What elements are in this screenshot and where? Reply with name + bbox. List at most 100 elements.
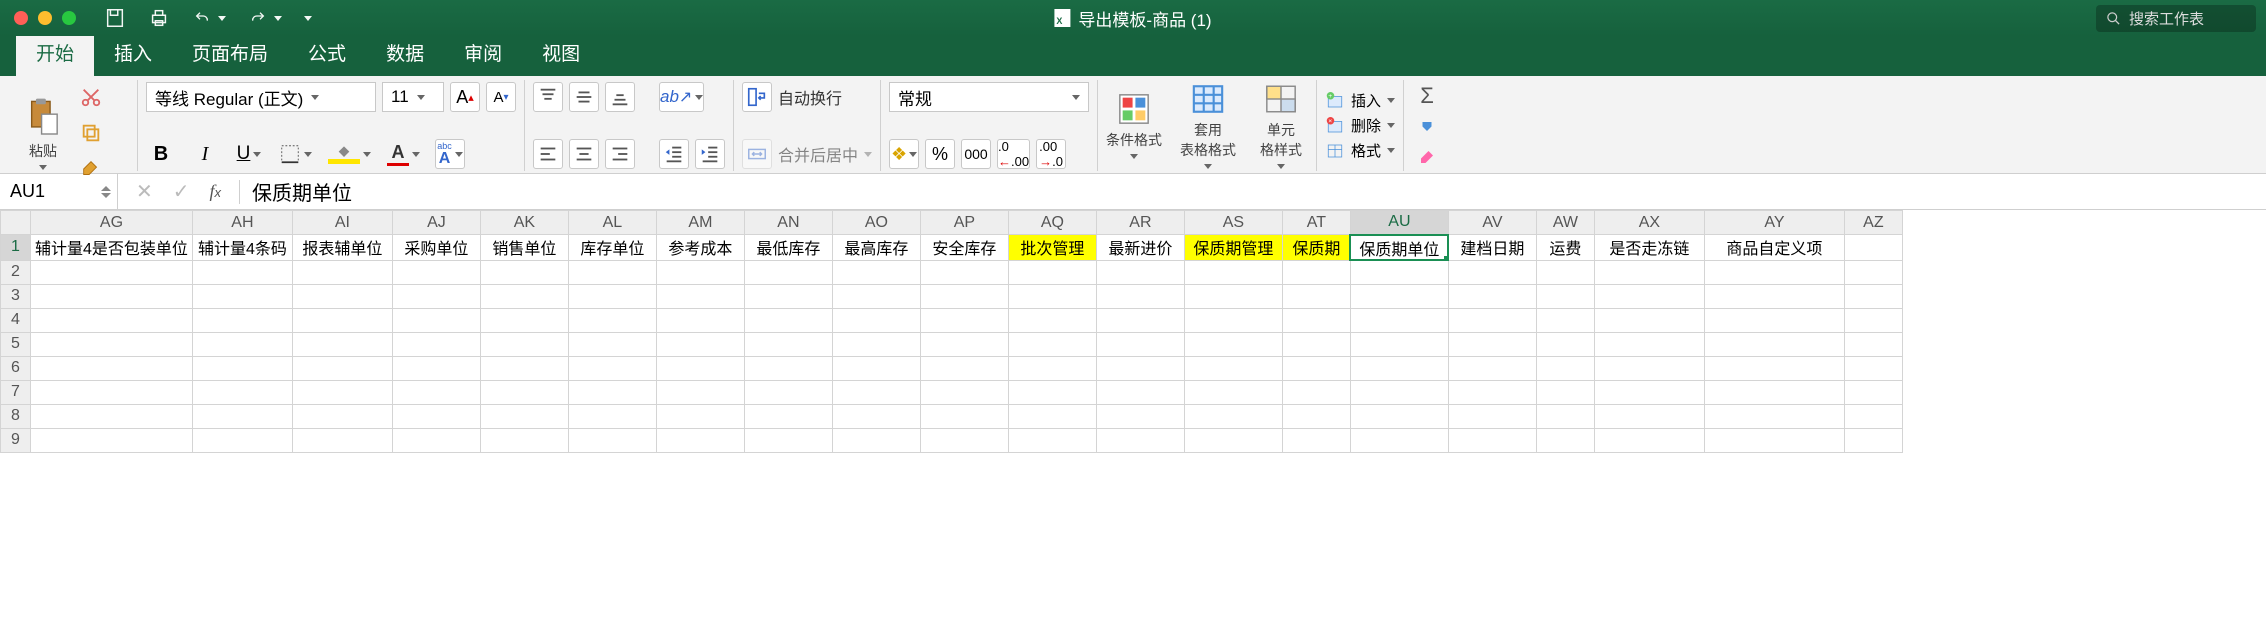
cell[interactable] [920,284,1008,308]
tab-review[interactable]: 审阅 [444,31,522,76]
cell[interactable] [920,380,1008,404]
cell[interactable] [568,260,656,284]
font-color-button[interactable]: A [386,139,421,169]
copy-button[interactable] [76,118,106,148]
cell[interactable] [1844,332,1902,356]
cell[interactable] [1704,308,1844,332]
font-name-select[interactable]: 等线 Regular (正文) [146,82,376,112]
bold-button[interactable]: B [146,139,176,169]
cell[interactable] [832,260,920,284]
cell[interactable] [1448,404,1536,428]
cell[interactable] [192,332,292,356]
cell[interactable] [656,260,744,284]
cell[interactable] [192,284,292,308]
cell[interactable] [920,332,1008,356]
column-header[interactable]: AT [1282,211,1350,235]
cell[interactable]: 最新进价 [1096,235,1184,261]
column-header[interactable]: AH [192,211,292,235]
cell[interactable] [832,332,920,356]
cell[interactable] [1008,380,1096,404]
row-header[interactable]: 3 [1,284,31,308]
cell[interactable] [1704,428,1844,452]
increase-font-button[interactable]: A▴ [450,82,480,112]
cell[interactable] [1704,284,1844,308]
cell[interactable]: 库存单位 [568,235,656,261]
cell[interactable]: 运费 [1536,235,1594,261]
cell[interactable] [1350,380,1448,404]
cell[interactable] [1844,428,1902,452]
cell[interactable] [744,260,832,284]
tab-home[interactable]: 开始 [16,31,94,76]
cell[interactable] [920,404,1008,428]
orientation-button[interactable]: ab↗ [659,82,704,112]
column-header[interactable]: AO [832,211,920,235]
cell[interactable] [656,404,744,428]
font-size-select[interactable]: 11 [382,82,444,112]
cell[interactable] [480,380,568,404]
column-header[interactable]: AL [568,211,656,235]
decrease-font-button[interactable]: A▾ [486,82,516,112]
tab-data[interactable]: 数据 [366,31,444,76]
cell[interactable] [1184,404,1282,428]
cell[interactable] [480,260,568,284]
cell[interactable] [568,284,656,308]
autosum-button[interactable]: Σ [1412,82,1442,110]
cell[interactable] [292,356,392,380]
clear-button[interactable] [1412,146,1442,170]
comma-button[interactable]: 000 [961,139,991,169]
cell[interactable] [192,380,292,404]
tab-view[interactable]: 视图 [522,31,600,76]
cell[interactable]: 辅计量4条码 [192,235,292,261]
cell[interactable] [744,404,832,428]
search-sheet-input[interactable]: 搜索工作表 [2096,5,2256,32]
column-header[interactable]: AR [1096,211,1184,235]
row-header[interactable]: 9 [1,428,31,452]
cell[interactable] [1704,332,1844,356]
cell[interactable] [1350,332,1448,356]
cell[interactable]: 销售单位 [480,235,568,261]
tab-insert[interactable]: 插入 [94,31,172,76]
qat-customize-icon[interactable] [304,16,312,21]
cell[interactable] [31,260,193,284]
wrap-text-button[interactable] [742,82,772,112]
cell[interactable] [1096,404,1184,428]
column-header[interactable]: AK [480,211,568,235]
minimize-window-button[interactable] [38,11,52,25]
cell[interactable] [31,404,193,428]
select-all-corner[interactable] [1,211,31,235]
cell[interactable] [832,284,920,308]
cell[interactable] [1594,332,1704,356]
align-top-button[interactable] [533,82,563,112]
cell[interactable] [1350,260,1448,284]
cell[interactable] [1594,428,1704,452]
cell[interactable] [568,356,656,380]
cell[interactable] [744,284,832,308]
insert-function-button[interactable]: fx [210,181,222,202]
cell[interactable] [1536,332,1594,356]
cell[interactable] [1282,308,1350,332]
cell[interactable] [1008,308,1096,332]
decrease-indent-button[interactable] [659,139,689,169]
cell[interactable] [1096,260,1184,284]
cell[interactable] [1704,356,1844,380]
cell[interactable] [292,308,392,332]
row-header[interactable]: 5 [1,332,31,356]
cell[interactable] [1448,428,1536,452]
cell[interactable] [1536,428,1594,452]
cell[interactable] [1008,404,1096,428]
cell[interactable] [1594,308,1704,332]
cell[interactable] [920,260,1008,284]
cell[interactable]: 商品自定义项 [1704,235,1844,261]
increase-decimal-button[interactable]: .0←.00 [997,139,1030,169]
cell[interactable] [1350,404,1448,428]
cell[interactable] [392,308,480,332]
column-header[interactable]: AS [1184,211,1282,235]
fill-color-button[interactable] [327,139,372,169]
cell[interactable] [1184,332,1282,356]
cell[interactable] [1536,284,1594,308]
cell[interactable] [192,428,292,452]
cell[interactable] [1184,356,1282,380]
undo-button[interactable] [192,10,226,26]
cell[interactable] [1184,308,1282,332]
cell[interactable] [480,428,568,452]
